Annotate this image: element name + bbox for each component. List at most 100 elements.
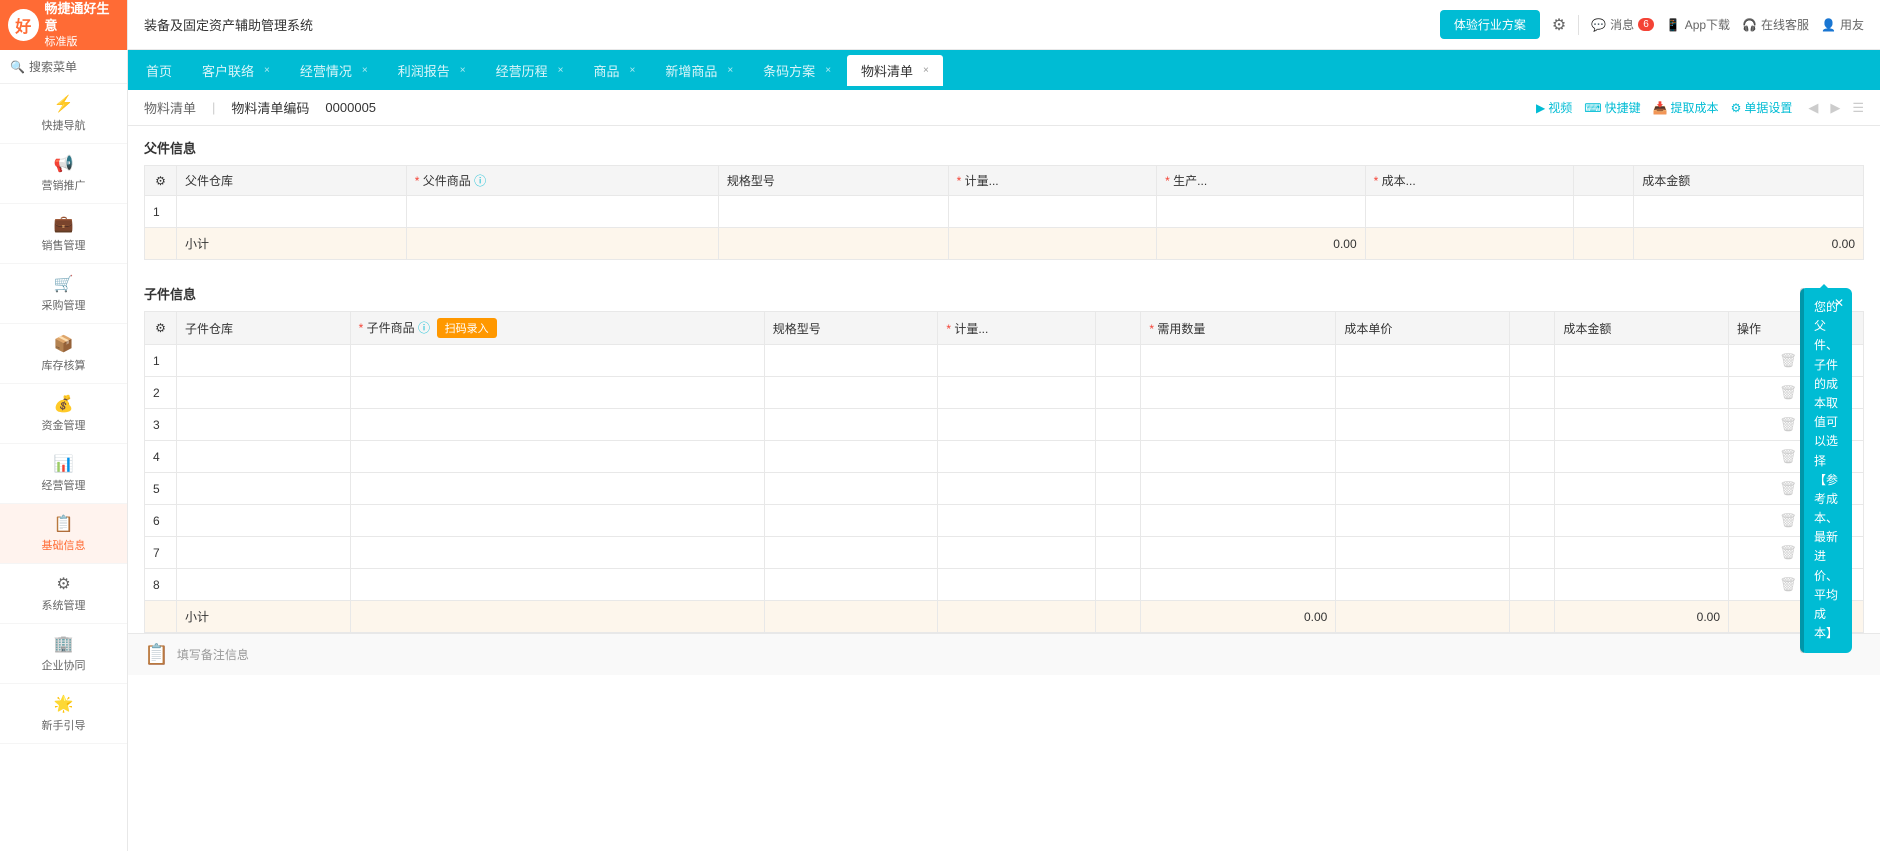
close-tab-profit[interactable]: ×	[460, 65, 466, 76]
app-download-button[interactable]: 📱 App下载	[1666, 16, 1730, 33]
tab-barcode[interactable]: 条码方案 ×	[749, 55, 845, 86]
parent-table: ⚙ 父件仓库 * 父件商品 ⓘ 规格型号 * 计量... * 生产... * 成…	[144, 165, 1864, 260]
sidebar-item-sales[interactable]: 💼 销售管理	[0, 204, 127, 264]
tab-home[interactable]: 首页	[132, 55, 186, 86]
inventory-icon: 📦	[54, 334, 74, 354]
child-section: 子件信息 ⚙ 子件仓库 * 子件商品 ⓘ 扫码录入 规格型号 * 计量...	[128, 272, 1880, 633]
sidebar-item-system[interactable]: ⚙ 系统管理	[0, 564, 127, 624]
delete-row-7-icon[interactable]: 🗑	[1779, 544, 1797, 561]
tooltip-bar	[1800, 288, 1804, 653]
finance-icon: 💰	[54, 394, 74, 414]
tab-profit[interactable]: 利润报告 ×	[384, 55, 480, 86]
marketing-icon: 📢	[54, 154, 74, 174]
delete-row-5-icon[interactable]: 🗑	[1779, 480, 1797, 497]
try-industry-button[interactable]: 体验行业方案	[1440, 10, 1540, 39]
shortcut-icon: ⌨	[1584, 101, 1601, 115]
child-row-2: 2 🗑⊕	[145, 377, 1864, 409]
child-section-title: 子件信息	[144, 284, 1864, 303]
tab-history[interactable]: 经营历程 ×	[482, 55, 578, 86]
tooltip-close-button[interactable]: ✕	[1834, 294, 1844, 313]
sidebar-item-marketing[interactable]: 📢 营销推广	[0, 144, 127, 204]
scan-input-button[interactable]: 扫码录入	[437, 318, 497, 338]
sidebar-item-enterprise[interactable]: 🏢 企业协同	[0, 624, 127, 684]
extract-cost-button[interactable]: 📥 提取成本	[1653, 99, 1719, 116]
child-table: ⚙ 子件仓库 * 子件商品 ⓘ 扫码录入 规格型号 * 计量... * 需用数量…	[144, 311, 1864, 633]
extract-icon: 📥	[1653, 101, 1668, 115]
user-icon: 👤	[1821, 18, 1836, 32]
sidebar-item-finance[interactable]: 💰 资金管理	[0, 384, 127, 444]
child-subtotal-row: 小计 0.00 0.00	[145, 601, 1864, 633]
sidebar-item-purchase[interactable]: 🛒 采购管理	[0, 264, 127, 324]
parent-col-spec: 规格型号	[718, 166, 948, 196]
delete-row-6-icon[interactable]: 🗑	[1779, 512, 1797, 529]
close-tab-customer[interactable]: ×	[264, 65, 270, 76]
tab-operations[interactable]: 经营情况 ×	[286, 55, 382, 86]
single-settings-button[interactable]: ⚙ 单据设置	[1731, 99, 1793, 116]
delete-row-2-icon[interactable]: 🗑	[1779, 384, 1797, 401]
close-tab-new-goods[interactable]: ×	[727, 65, 733, 76]
child-row-1: 1 🗑⊕	[145, 345, 1864, 377]
sidebar-item-guide[interactable]: 🌟 新手引导	[0, 684, 127, 744]
parent-subtotal-row: 小计 0.00 0.00	[145, 228, 1864, 260]
search-icon: 🔍	[10, 60, 25, 74]
page-wrapper: 物料清单 | 物料清单编码 0000005 ▶ 视频 ⌨ 快捷键 📥 提取成本 …	[128, 90, 1880, 851]
sidebar-item-inventory[interactable]: 📦 库存核算	[0, 324, 127, 384]
child-col-goods: * 子件商品 ⓘ 扫码录入	[350, 312, 764, 345]
close-tab-bom[interactable]: ×	[923, 65, 929, 76]
delete-row-3-icon[interactable]: 🗑	[1779, 416, 1797, 433]
child-col-amount: 成本金额	[1555, 312, 1729, 345]
system-title: 装备及固定资产辅助管理系统	[144, 15, 1428, 34]
nav-tabs: 首页 客户联络 × 经营情况 × 利润报告 × 经营历程 × 商品 × 新增商品…	[128, 50, 1880, 90]
tab-new-goods[interactable]: 新增商品 ×	[651, 55, 747, 86]
quick-nav-icon: ⚡	[54, 94, 74, 114]
message-button[interactable]: 💬 消息 6	[1591, 16, 1654, 33]
gear-button[interactable]: ⚙	[1552, 15, 1566, 35]
tab-goods[interactable]: 商品 ×	[579, 55, 649, 86]
close-tab-history[interactable]: ×	[558, 65, 564, 76]
sidebar-item-quick-nav[interactable]: ⚡ 快捷导航	[0, 84, 127, 144]
close-tab-barcode[interactable]: ×	[825, 65, 831, 76]
parent-col-warehouse: 父件仓库	[177, 166, 407, 196]
parent-col-extra	[1574, 166, 1634, 196]
bottom-area: 📋 填写备注信息	[128, 633, 1880, 675]
tab-bom[interactable]: 物料清单 ×	[847, 55, 943, 86]
sidebar-logo: 好 畅捷通好生意 标准版	[0, 0, 127, 50]
video-button[interactable]: ▶ 视频	[1536, 99, 1572, 116]
shortcut-button[interactable]: ⌨ 快捷键	[1584, 99, 1640, 116]
user-menu[interactable]: 👤 用友	[1821, 16, 1864, 33]
page-toolbar: ▶ 视频 ⌨ 快捷键 📥 提取成本 ⚙ 单据设置 ◀ ▶ ☰	[1536, 99, 1864, 116]
tab-customer[interactable]: 客户联络 ×	[188, 55, 284, 86]
child-col-extra	[1095, 312, 1140, 345]
close-tab-goods[interactable]: ×	[629, 65, 635, 76]
top-header: 装备及固定资产辅助管理系统 体验行业方案 ⚙ 💬 消息 6 📱 App下载 🎧 …	[128, 0, 1880, 50]
child-col-settings[interactable]: ⚙	[145, 312, 177, 345]
child-row-6: 6 🗑⊕	[145, 505, 1864, 537]
child-col-qty: * 需用数量	[1141, 312, 1336, 345]
video-icon: ▶	[1536, 101, 1545, 115]
delete-row-4-icon[interactable]: 🗑	[1779, 448, 1797, 465]
search-menu[interactable]: 🔍 搜索菜单	[0, 50, 127, 84]
operations-icon: 📊	[54, 454, 74, 474]
online-service-button[interactable]: 🎧 在线客服	[1742, 16, 1809, 33]
message-badge: 6	[1638, 18, 1654, 31]
close-tab-operations[interactable]: ×	[362, 65, 368, 76]
parent-col-settings[interactable]: ⚙	[145, 166, 177, 196]
sidebar-item-operations[interactable]: 📊 经营管理	[0, 444, 127, 504]
parent-col-amount: 成本金额	[1634, 166, 1864, 196]
delete-row-1-icon[interactable]: 🗑	[1779, 352, 1797, 369]
breadcrumb-parent: 物料清单	[144, 98, 196, 117]
service-icon: 🎧	[1742, 18, 1757, 32]
delete-row-8-icon[interactable]: 🗑	[1779, 576, 1797, 593]
download-icon: 📱	[1666, 18, 1681, 32]
child-col-unit-cost: 成本单价	[1336, 312, 1510, 345]
logo-text: 畅捷通好生意 标准版	[45, 1, 119, 49]
child-row-8: 8 🗑⊕	[145, 569, 1864, 601]
basic-info-icon: 📋	[54, 514, 74, 534]
enterprise-icon: 🏢	[54, 634, 74, 654]
sidebar-item-basic-info[interactable]: 📋 基础信息	[0, 504, 127, 564]
parent-col-goods: * 父件商品 ⓘ	[406, 166, 718, 196]
parent-col-cost: * 成本...	[1365, 166, 1574, 196]
child-col-extra2	[1509, 312, 1554, 345]
tooltip-text: 您的父件、子件的成本取值可以选择【参考成本、最新进价、平均成本】	[1814, 300, 1838, 640]
parent-row-1: 1	[145, 196, 1864, 228]
